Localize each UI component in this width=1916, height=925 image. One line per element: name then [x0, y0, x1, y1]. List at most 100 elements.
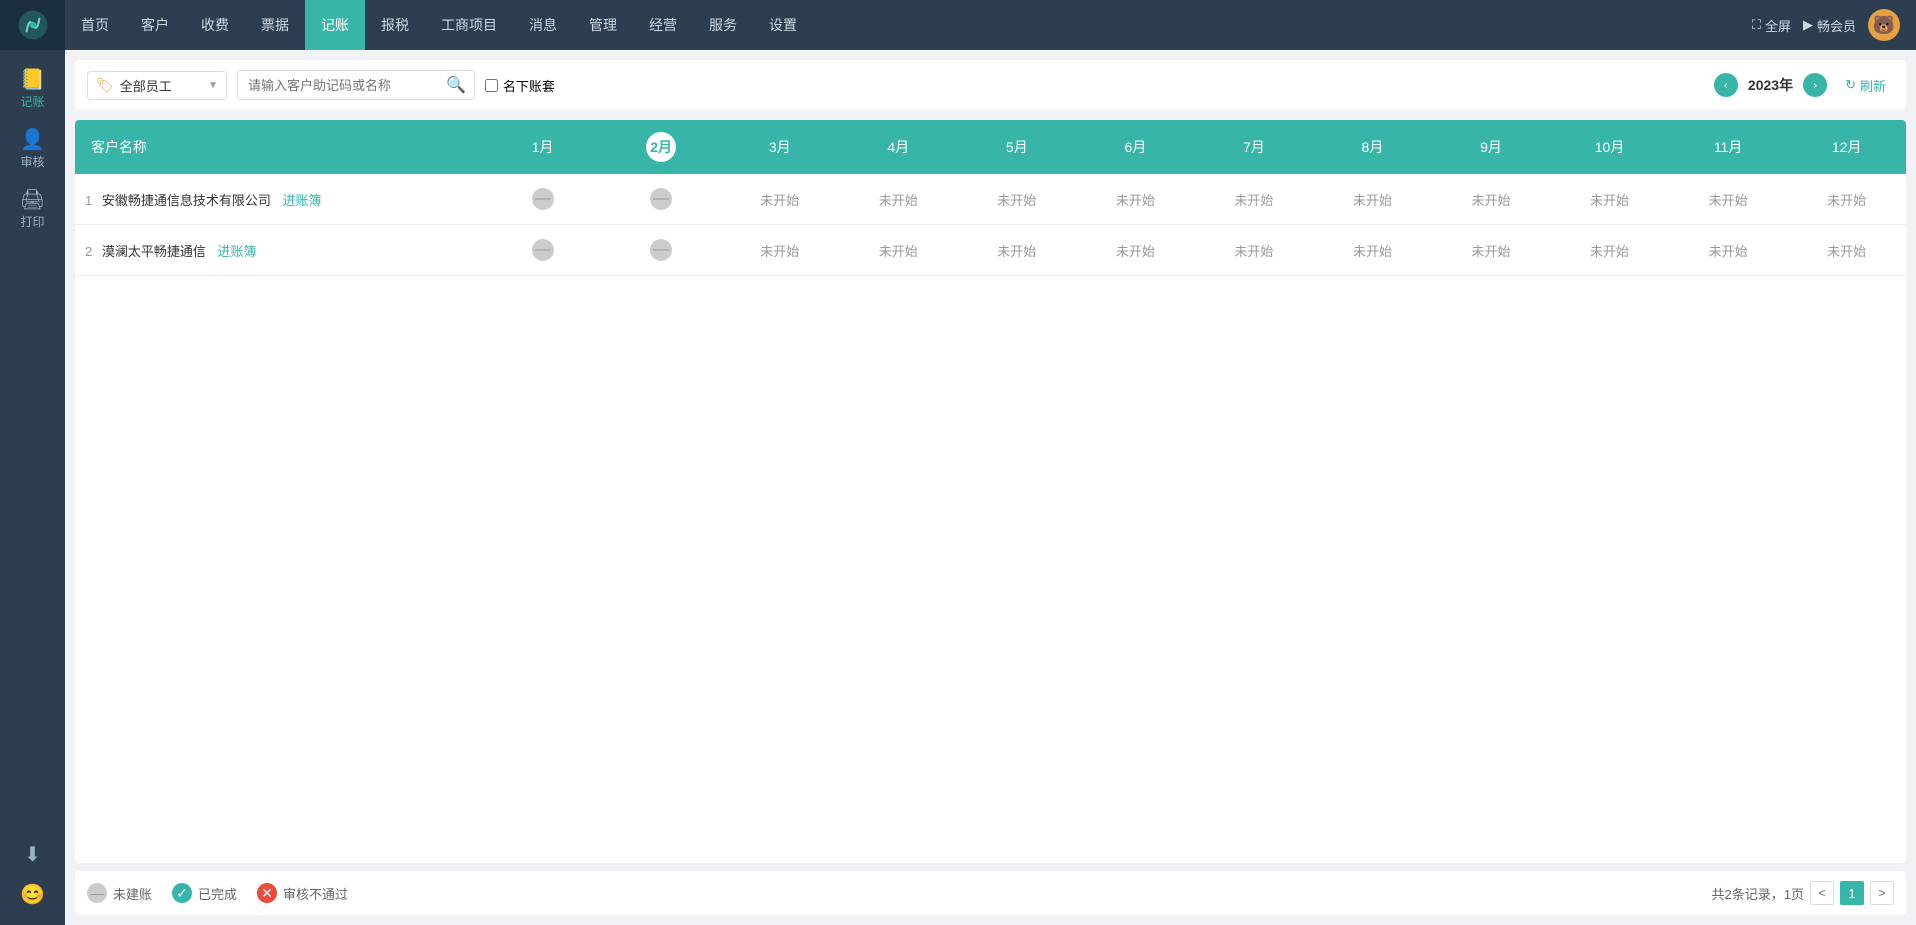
- table-row: 1 安徽畅捷通信息技术有限公司 进账簿 — — 未开始 未开始 未开始 未开始 …: [75, 174, 1906, 225]
- nav-item-billing[interactable]: 收费: [185, 0, 245, 50]
- row2-link[interactable]: 进账簿: [218, 244, 257, 259]
- nav-item-client[interactable]: 客户: [125, 0, 185, 50]
- row2-dec: 未开始: [1787, 225, 1906, 276]
- col-header-feb: 2月: [602, 120, 721, 174]
- col-header-jun: 6月: [1076, 120, 1195, 174]
- row2-mar: 未开始: [720, 225, 839, 276]
- row2-oct: 未开始: [1550, 225, 1669, 276]
- row2-dec-status: 未开始: [1827, 244, 1866, 259]
- row2-feb-status: —: [650, 239, 672, 261]
- row1-may-status: 未开始: [997, 193, 1036, 208]
- legend-teal: ✓ 已完成: [172, 883, 237, 903]
- refresh-button[interactable]: ↻ 刷新: [1837, 72, 1894, 99]
- legend-gray: — 未建账: [87, 883, 152, 903]
- my-accounts-checkbox-wrap[interactable]: 名下账套: [485, 76, 555, 95]
- col-header-sep: 9月: [1432, 120, 1551, 174]
- refresh-label: 刷新: [1860, 76, 1886, 95]
- sidebar-item-review-label: 审核: [20, 153, 44, 170]
- main-table: 客户名称 1月 2月 3月 4月 5月 6月 7月 8月 9月 10月 11月 …: [75, 120, 1906, 276]
- table-row: 2 漠澜太平畅捷通信 进账簿 — — 未开始 未开始 未开始 未开始 未开始 未…: [75, 225, 1906, 276]
- employee-icon: 🏷: [96, 77, 114, 94]
- sidebar-item-print[interactable]: 🖨 打印: [0, 180, 65, 240]
- col-header-mar: 3月: [720, 120, 839, 174]
- row2-oct-status: 未开始: [1590, 244, 1629, 259]
- legend-teal-label: 已完成: [198, 884, 237, 903]
- year-prev-button[interactable]: ‹: [1714, 73, 1738, 97]
- col-header-dec: 12月: [1787, 120, 1906, 174]
- row1-jul-status: 未开始: [1234, 193, 1273, 208]
- row1-oct: 未开始: [1550, 174, 1669, 225]
- account-icon: 📒: [20, 70, 45, 90]
- nav-item-manage[interactable]: 管理: [573, 0, 633, 50]
- row1-apr-status: 未开始: [879, 193, 918, 208]
- nav-right: ⛶ 全屏 ▶ 畅会员 🐻: [1752, 9, 1916, 41]
- nav-item-home[interactable]: 首页: [65, 0, 125, 50]
- sidebar-item-account[interactable]: 📒 记账: [0, 60, 65, 120]
- nav-item-message[interactable]: 消息: [513, 0, 573, 50]
- nav-item-account[interactable]: 记账: [305, 0, 365, 50]
- nav-item-invoice[interactable]: 票据: [245, 0, 305, 50]
- row1-apr: 未开始: [839, 174, 958, 225]
- row1-aug-status: 未开始: [1353, 193, 1392, 208]
- row2-may-status: 未开始: [997, 244, 1036, 259]
- year-nav: ‹ 2023年 ›: [1714, 73, 1827, 97]
- vip-button[interactable]: ▶ 畅会员: [1803, 16, 1856, 35]
- sidebar-item-download[interactable]: ⬇: [0, 835, 65, 875]
- fullscreen-icon: ⛶: [1752, 17, 1761, 33]
- col-header-name: 客户名称: [75, 120, 483, 174]
- employee-select-label: 全部员工: [120, 76, 202, 95]
- row1-dec-status: 未开始: [1827, 193, 1866, 208]
- footer: — 未建账 ✓ 已完成 ✕ 审核不通过 共2条记录，1页 < 1 >: [75, 871, 1906, 915]
- row1-link[interactable]: 进账簿: [283, 193, 322, 208]
- avatar[interactable]: 🐻: [1868, 9, 1900, 41]
- content-area: 🏷 全部员工 ▼ 🔍 名下账套 ‹ 2023年 › ↻ 刷新: [65, 50, 1916, 925]
- row2-jun-status: 未开始: [1116, 244, 1155, 259]
- sidebar-item-support[interactable]: 😊: [0, 875, 65, 915]
- row2-sep: 未开始: [1432, 225, 1551, 276]
- sidebar-item-review[interactable]: 👤 审核: [0, 120, 65, 180]
- vip-label: 畅会员: [1817, 16, 1856, 35]
- print-icon: 🖨: [20, 190, 45, 210]
- row2-jan-status: —: [532, 239, 554, 261]
- nav-item-service[interactable]: 服务: [693, 0, 753, 50]
- sidebar-item-account-label: 记账: [20, 93, 44, 110]
- row1-jun: 未开始: [1076, 174, 1195, 225]
- sidebar-bottom: ⬇ 😊: [0, 835, 65, 925]
- top-nav: 首页客户收费票据记账报税工商项目消息管理经营服务设置 ⛶ 全屏 ▶ 畅会员 🐻: [0, 0, 1916, 50]
- nav-item-operation[interactable]: 经营: [633, 0, 693, 50]
- row2-jul: 未开始: [1195, 225, 1314, 276]
- year-next-button[interactable]: ›: [1803, 73, 1827, 97]
- sidebar-item-print-label: 打印: [20, 213, 44, 230]
- col-header-aug: 8月: [1313, 120, 1432, 174]
- legend-teal-dot: ✓: [172, 883, 192, 903]
- nav-item-settings[interactable]: 设置: [753, 0, 813, 50]
- nav-item-business[interactable]: 工商项目: [425, 0, 513, 50]
- row1-nov: 未开始: [1669, 174, 1788, 225]
- download-icon: ⬇: [24, 845, 41, 865]
- employee-select[interactable]: 🏷 全部员工 ▼: [87, 71, 227, 100]
- pagination: 共2条记录，1页 < 1 >: [1712, 881, 1894, 905]
- search-wrap: 🔍: [237, 70, 475, 100]
- search-button[interactable]: 🔍: [438, 71, 474, 99]
- row2-jun: 未开始: [1076, 225, 1195, 276]
- row2-aug: 未开始: [1313, 225, 1432, 276]
- row1-feb-status: —: [650, 188, 672, 210]
- search-input[interactable]: [238, 74, 438, 97]
- legend-red: ✕ 审核不通过: [257, 883, 348, 903]
- row2-apr-status: 未开始: [879, 244, 918, 259]
- fullscreen-button[interactable]: ⛶ 全屏: [1752, 16, 1791, 35]
- col-header-jan: 1月: [483, 120, 602, 174]
- row2-may: 未开始: [958, 225, 1077, 276]
- row1-aug: 未开始: [1313, 174, 1432, 225]
- page-next-button[interactable]: >: [1870, 881, 1894, 905]
- legend-gray-dot: —: [87, 883, 107, 903]
- row2-nov: 未开始: [1669, 225, 1788, 276]
- nav-item-tax[interactable]: 报税: [365, 0, 425, 50]
- col-header-may: 5月: [958, 120, 1077, 174]
- col-header-apr: 4月: [839, 120, 958, 174]
- row1-oct-status: 未开始: [1590, 193, 1629, 208]
- page-prev-button[interactable]: <: [1810, 881, 1834, 905]
- my-accounts-checkbox[interactable]: [485, 79, 498, 92]
- row1-dec: 未开始: [1787, 174, 1906, 225]
- row1-jan-status: —: [532, 188, 554, 210]
